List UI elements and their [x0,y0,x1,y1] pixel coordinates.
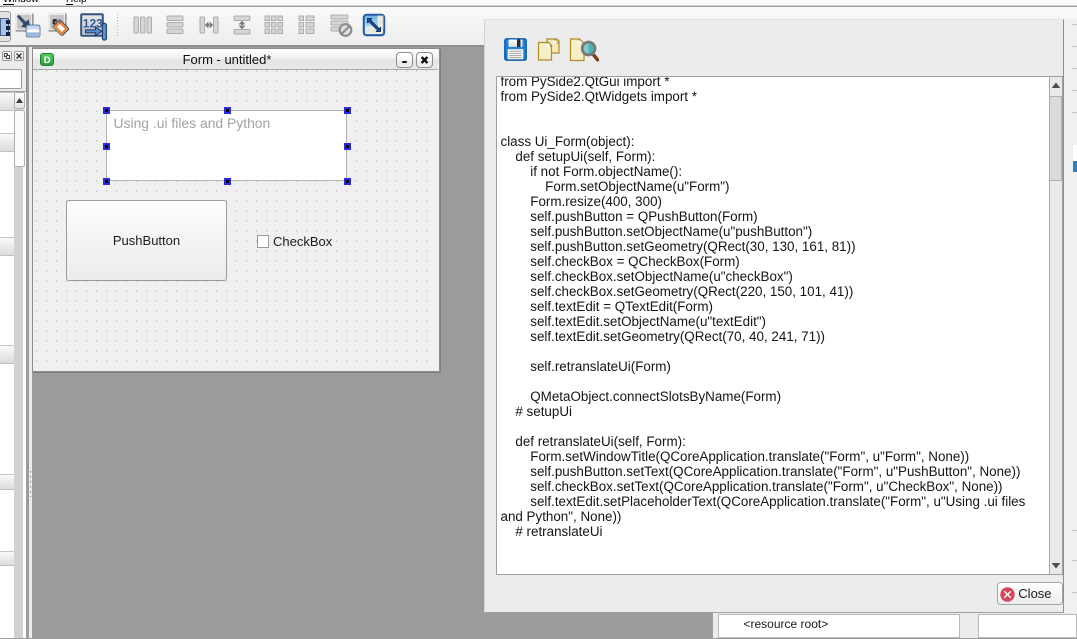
svg-text:123: 123 [83,17,103,31]
